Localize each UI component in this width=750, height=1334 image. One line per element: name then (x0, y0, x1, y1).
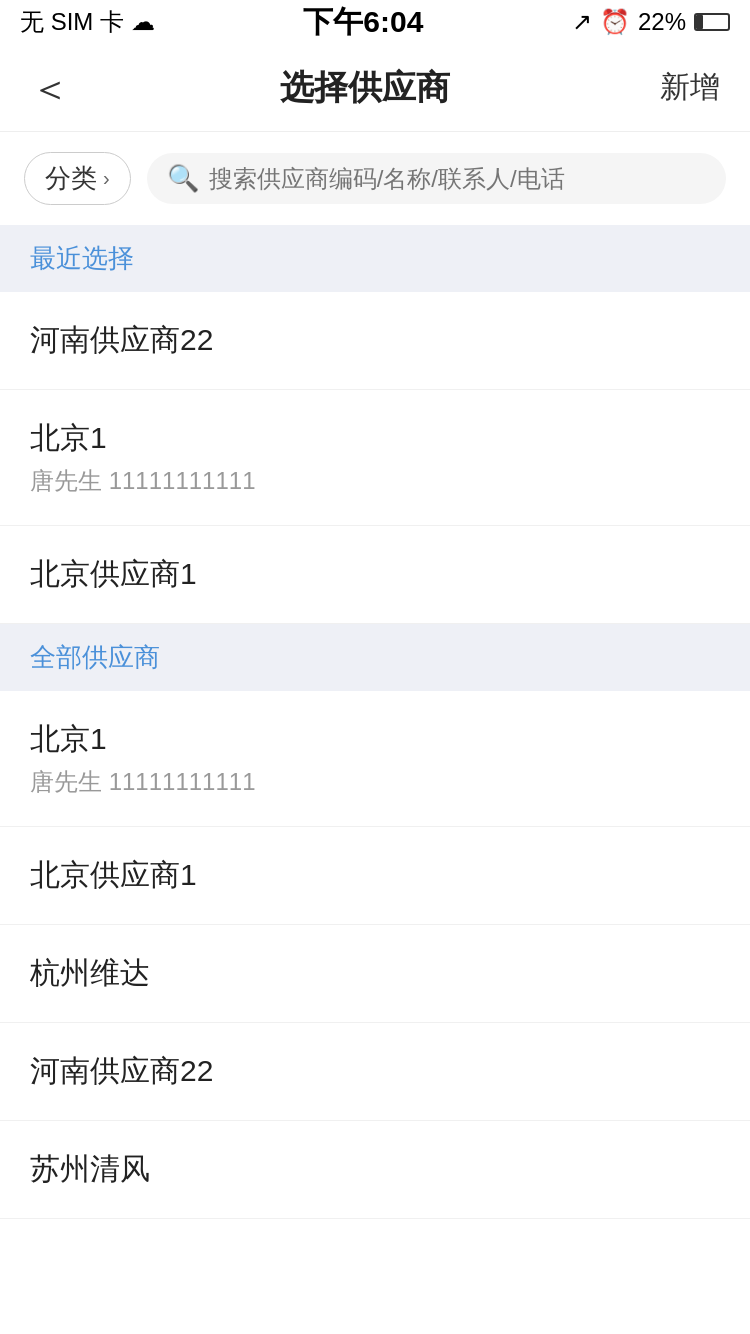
status-right: ↗ ⏰ 22% (572, 8, 730, 36)
category-label: 分类 (45, 161, 97, 196)
status-time: 下午6:04 (303, 2, 423, 43)
chevron-right-icon: › (103, 167, 110, 190)
sim-label: 无 SIM 卡 ☁ (20, 6, 155, 38)
all-section-header: 全部供应商 (0, 624, 750, 691)
recent-section-header: 最近选择 (0, 225, 750, 292)
status-left: 无 SIM 卡 ☁ (20, 6, 155, 38)
list-item[interactable]: 河南供应商22 (0, 1023, 750, 1121)
list-item[interactable]: 北京供应商1 (0, 827, 750, 925)
list-item[interactable]: 北京供应商1 (0, 526, 750, 624)
recent-section-label: 最近选择 (30, 243, 134, 273)
search-box[interactable]: 🔍 (147, 153, 726, 204)
category-button[interactable]: 分类 › (24, 152, 131, 205)
item-name: 北京供应商1 (30, 855, 720, 896)
item-name: 苏州清风 (30, 1149, 720, 1190)
filter-bar: 分类 › 🔍 (0, 132, 750, 225)
item-sub: 唐先生 11111111111 (30, 766, 720, 798)
list-item[interactable]: 北京1 唐先生 11111111111 (0, 691, 750, 827)
back-button[interactable]: ＜ (30, 68, 70, 108)
status-bar: 无 SIM 卡 ☁ 下午6:04 ↗ ⏰ 22% (0, 0, 750, 44)
item-name: 河南供应商22 (30, 320, 720, 361)
all-items-list: 北京1 唐先生 11111111111 北京供应商1 杭州维达河南供应商22 苏州清风 (0, 691, 750, 1219)
item-name: 北京供应商1 (30, 554, 720, 595)
item-name: 杭州维达 (30, 953, 720, 994)
item-sub: 唐先生 11111111111 (30, 465, 720, 497)
item-name: 河南供应商22 (30, 1051, 720, 1092)
battery-icon (694, 13, 730, 31)
new-action-button[interactable]: 新增 (660, 67, 720, 108)
list-item[interactable]: 苏州清风 (0, 1121, 750, 1219)
search-input[interactable] (209, 165, 706, 193)
item-name: 北京1 (30, 719, 720, 760)
location-icon: ↗ (572, 8, 592, 36)
nav-bar: ＜ 选择供应商 新增 (0, 44, 750, 132)
battery-label: 22% (638, 8, 686, 36)
list-item[interactable]: 杭州维达 (0, 925, 750, 1023)
search-icon: 🔍 (167, 163, 199, 194)
all-section-label: 全部供应商 (30, 642, 160, 672)
page-title: 选择供应商 (280, 65, 450, 111)
item-name: 北京1 (30, 418, 720, 459)
list-item[interactable]: 北京1 唐先生 11111111111 (0, 390, 750, 526)
recent-items-list: 河南供应商22 北京1 唐先生 11111111111 北京供应商1 (0, 292, 750, 624)
alarm-icon: ⏰ (600, 8, 630, 36)
list-item[interactable]: 河南供应商22 (0, 292, 750, 390)
